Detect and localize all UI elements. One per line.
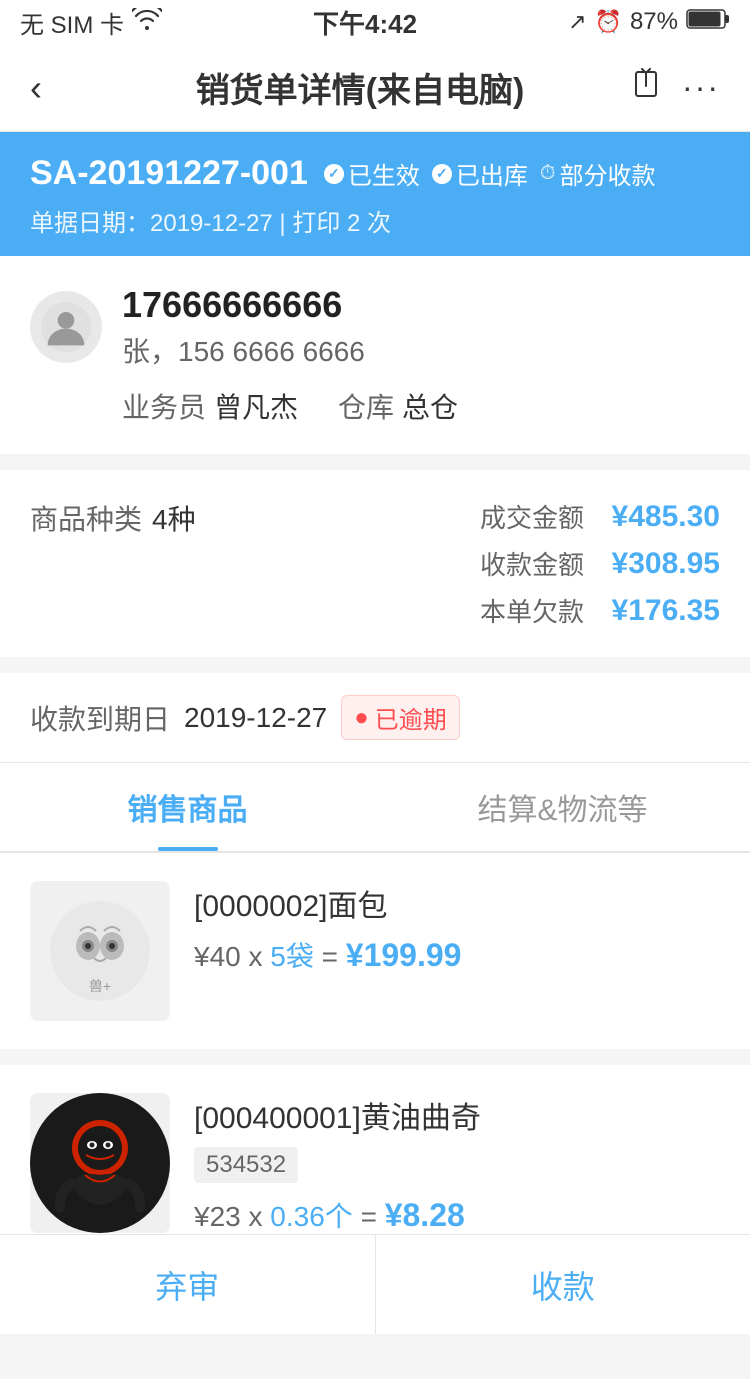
status-bar: 无 SIM 卡 下午4:42 ↗ ⏰ 87% bbox=[0, 0, 750, 44]
summary-right: 成交金额 ¥485.30 收款金额 ¥308.95 本单欠款 ¥176.35 bbox=[480, 498, 720, 629]
tabs-section: 销售商品 结算&物流等 bbox=[0, 763, 750, 853]
order-badges: ✓ 已生效 ✓ 已出库 ⏱ 部分收款 bbox=[324, 156, 656, 191]
customer-section: 17666666666 张，156 6666 6666 业务员 曾凡杰 仓库 总… bbox=[0, 256, 750, 454]
nav-actions: ··· bbox=[630, 68, 720, 108]
check-icon-1: ✓ bbox=[324, 164, 344, 184]
equals-1: = bbox=[322, 941, 346, 972]
due-date-value: 2019-12-27 bbox=[184, 702, 327, 734]
carrier-label: 无 SIM 卡 bbox=[20, 5, 124, 40]
price-2: ¥23 bbox=[194, 1201, 241, 1232]
product-price-row-1: ¥40 x 5袋 = ¥199.99 bbox=[194, 935, 720, 975]
customer-contact: 张，156 6666 6666 bbox=[122, 330, 365, 370]
summary-section: 商品种类 4种 成交金额 ¥485.30 收款金额 ¥308.95 本单欠款 ¥… bbox=[0, 470, 750, 657]
wifi-icon bbox=[132, 8, 162, 37]
due-section: 收款到期日 2019-12-27 ● 已逾期 bbox=[0, 673, 750, 763]
tab-settlement[interactable]: 结算&物流等 bbox=[375, 763, 750, 851]
battery-icon bbox=[686, 8, 730, 37]
quantity-2: 0.36个 bbox=[270, 1201, 353, 1232]
overdue-icon: ● bbox=[354, 704, 369, 732]
transaction-value: ¥485.30 bbox=[600, 500, 720, 534]
warehouse-value: 总仓 bbox=[402, 386, 458, 426]
product-list: 兽+ [0000002]面包 ¥40 x 5袋 = ¥199.99 bbox=[0, 853, 750, 1263]
overdue-badge: ● 已逾期 bbox=[341, 695, 460, 740]
bottom-bar: 弃审 收款 bbox=[0, 1234, 750, 1334]
badge-shipped: ✓ 已出库 bbox=[432, 156, 528, 191]
battery-label: 87% bbox=[630, 8, 678, 36]
order-id: SA-20191227-001 bbox=[30, 154, 308, 193]
product-types-value: 4种 bbox=[152, 498, 196, 538]
product-name-1: [0000002]面包 bbox=[194, 881, 720, 925]
clock-icon: ⏱ bbox=[540, 162, 556, 185]
collected-label: 收款金额 bbox=[480, 545, 584, 582]
back-button[interactable]: ‹ bbox=[30, 67, 90, 109]
salesperson-info: 业务员 曾凡杰 bbox=[122, 386, 298, 426]
collect-button[interactable]: 收款 bbox=[376, 1235, 750, 1334]
list-item: 兽+ [0000002]面包 ¥40 x 5袋 = ¥199.99 bbox=[0, 853, 750, 1049]
badge-partial: ⏱ 部分收款 bbox=[540, 156, 656, 191]
total-2: ¥8.28 bbox=[385, 1197, 465, 1233]
product-price-row-2: ¥23 x 0.36个 = ¥8.28 bbox=[194, 1195, 720, 1235]
total-1: ¥199.99 bbox=[346, 937, 462, 973]
status-left: 无 SIM 卡 bbox=[20, 5, 162, 40]
page-title: 销货单详情(来自电脑) bbox=[196, 63, 525, 112]
nav-bar: ‹ 销货单详情(来自电脑) ··· bbox=[0, 44, 750, 132]
transaction-amount-row: 成交金额 ¥485.30 bbox=[480, 498, 720, 535]
badge-effective: ✓ 已生效 bbox=[324, 156, 420, 191]
due-date-label: 收款到期日 bbox=[30, 698, 170, 738]
status-right: ↗ ⏰ 87% bbox=[568, 8, 730, 37]
customer-avatar bbox=[30, 291, 102, 363]
price-1: ¥40 bbox=[194, 941, 241, 972]
summary-left: 商品种类 4种 bbox=[30, 498, 196, 546]
salesperson-label: 业务员 bbox=[122, 386, 206, 426]
product-image-2 bbox=[30, 1093, 170, 1233]
salesperson-value: 曾凡杰 bbox=[214, 386, 298, 426]
product-info-1: [0000002]面包 ¥40 x 5袋 = ¥199.99 bbox=[194, 881, 720, 975]
cancel-button[interactable]: 弃审 bbox=[0, 1235, 376, 1334]
quantity-1: 5袋 bbox=[270, 941, 314, 972]
product-sku-2: 534532 bbox=[194, 1147, 298, 1183]
warehouse-label: 仓库 bbox=[338, 386, 394, 426]
svg-text:兽+: 兽+ bbox=[89, 978, 111, 994]
tab-sales-products[interactable]: 销售商品 bbox=[0, 763, 375, 851]
times-2: x bbox=[249, 1201, 271, 1232]
status-time: 下午4:42 bbox=[313, 4, 417, 41]
collected-value: ¥308.95 bbox=[600, 547, 720, 581]
check-icon-2: ✓ bbox=[432, 164, 452, 184]
product-info-2: [000400001]黄油曲奇 534532 ¥23 x 0.36个 = ¥8.… bbox=[194, 1093, 720, 1235]
debt-amount-row: 本单欠款 ¥176.35 bbox=[480, 592, 720, 629]
debt-label: 本单欠款 bbox=[480, 592, 584, 629]
equals-2: = bbox=[361, 1201, 385, 1232]
warehouse-info: 仓库 总仓 bbox=[338, 386, 458, 426]
product-name-2: [000400001]黄油曲奇 bbox=[194, 1093, 720, 1137]
overdue-text: 已逾期 bbox=[375, 700, 447, 735]
product-types-label: 商品种类 bbox=[30, 498, 142, 538]
times-1: x bbox=[249, 941, 271, 972]
customer-name: 17666666666 bbox=[122, 284, 365, 326]
more-button[interactable]: ··· bbox=[682, 69, 720, 106]
debt-value: ¥176.35 bbox=[600, 594, 720, 628]
order-date-line: 单据日期：2019-12-27 | 打印 2 次 bbox=[30, 203, 720, 238]
share-button[interactable] bbox=[630, 68, 662, 108]
transaction-label: 成交金额 bbox=[480, 498, 584, 535]
product-image-1: 兽+ bbox=[30, 881, 170, 1021]
alarm-icon: ⏰ bbox=[595, 9, 622, 35]
order-header: SA-20191227-001 ✓ 已生效 ✓ 已出库 ⏱ 部分收款 单据日期：… bbox=[0, 132, 750, 256]
location-icon: ↗ bbox=[568, 9, 586, 35]
collected-amount-row: 收款金额 ¥308.95 bbox=[480, 545, 720, 582]
